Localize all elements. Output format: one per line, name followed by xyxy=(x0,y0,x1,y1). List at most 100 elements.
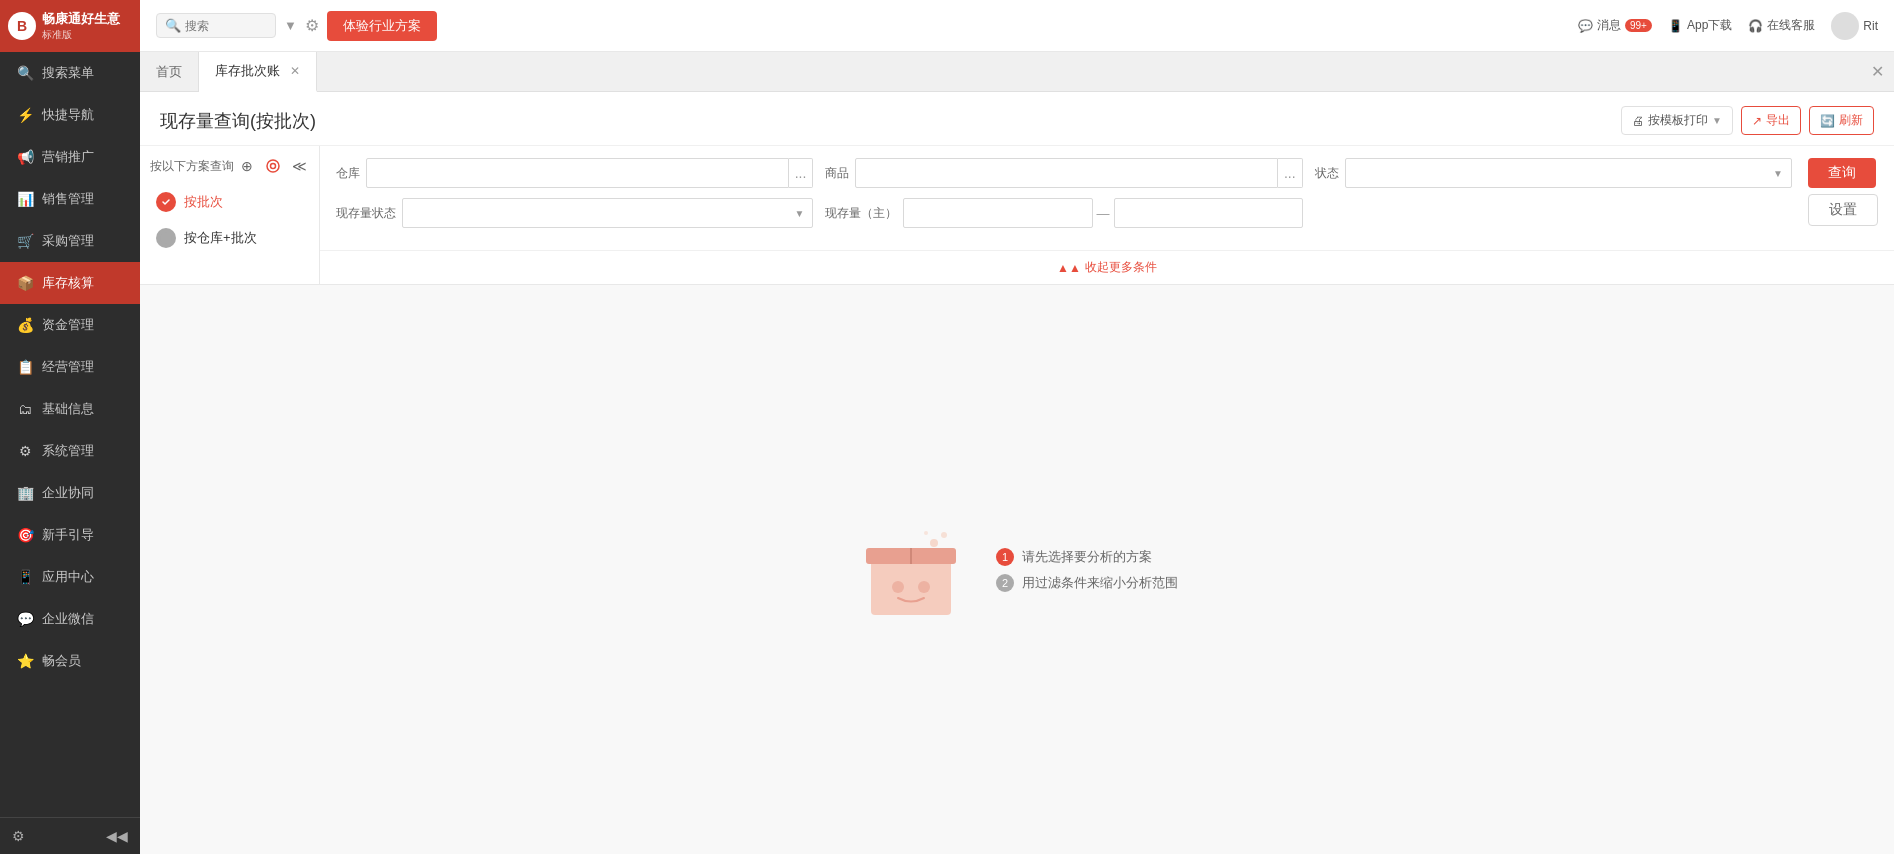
refresh-button[interactable]: 🔄 刷新 xyxy=(1809,106,1874,135)
product-dots-button[interactable]: ... xyxy=(1278,158,1303,188)
inventory-status-chevron-icon: ▼ xyxy=(794,208,804,219)
sidebar-item-label-search: 搜索菜单 xyxy=(42,64,94,82)
inventory-qty-separator: — xyxy=(1097,206,1110,221)
topbar: 🔍 ▼ ⚙ 体验行业方案 💬 消息 99+ 📱 App下载 🎧 在线客服 xyxy=(140,0,1894,52)
warehouse-input[interactable] xyxy=(366,158,789,188)
sidebar-item-operations[interactable]: 📋 经营管理 xyxy=(0,346,140,388)
print-dropdown-icon[interactable]: ▼ xyxy=(1712,115,1722,126)
scheme-warehouse-batch-label: 按仓库+批次 xyxy=(184,229,257,247)
user-profile-button[interactable]: Rit xyxy=(1831,12,1878,40)
topbar-search-box[interactable]: 🔍 xyxy=(156,13,276,38)
sidebar-item-apps[interactable]: 📱 应用中心 xyxy=(0,556,140,598)
refresh-icon: 🔄 xyxy=(1820,114,1835,128)
tab-home[interactable]: 首页 xyxy=(140,52,199,91)
scheme-item-batch[interactable]: 按批次 xyxy=(150,184,309,220)
sidebar-item-purchase[interactable]: 🛒 采购管理 xyxy=(0,220,140,262)
product-input[interactable] xyxy=(855,158,1278,188)
warehouse-label: 仓库 xyxy=(336,165,360,182)
print-template-button[interactable]: 🖨 按模板打印 ▼ xyxy=(1621,106,1733,135)
empty-state: 1 请先选择要分析的方案 2 用过滤条件来缩小分析范围 xyxy=(140,285,1894,854)
product-label: 商品 xyxy=(825,165,849,182)
app-subtitle: 标准版 xyxy=(42,28,120,41)
empty-illustration xyxy=(856,515,966,625)
system-icon: ⚙ xyxy=(16,442,34,460)
operations-icon: 📋 xyxy=(16,358,34,376)
close-panel-button[interactable]: ✕ xyxy=(1861,52,1894,91)
topbar-right: 💬 消息 99+ 📱 App下载 🎧 在线客服 Rit xyxy=(1578,12,1878,40)
tab-close-icon[interactable]: ✕ xyxy=(290,64,300,78)
empty-state-content: 1 请先选择要分析的方案 2 用过滤条件来缩小分析范围 xyxy=(856,515,1178,625)
empty-box-svg xyxy=(856,515,966,625)
user-avatar xyxy=(1831,12,1859,40)
sidebar-item-search[interactable]: 🔍 搜索菜单 xyxy=(0,52,140,94)
inventory-qty-min-input[interactable] xyxy=(903,198,1092,228)
collapse-label: 收起更多条件 xyxy=(1085,259,1157,276)
app-download-button[interactable]: 📱 App下载 xyxy=(1668,17,1732,34)
export-button[interactable]: ↗ 导出 xyxy=(1741,106,1801,135)
hint-2-text: 用过滤条件来缩小分析范围 xyxy=(1022,574,1178,592)
tab-inventory-batch[interactable]: 库存批次账 ✕ xyxy=(199,52,317,92)
collapse-scheme-icon[interactable]: ≪ xyxy=(289,156,309,176)
export-label: 导出 xyxy=(1766,112,1790,129)
scheme-settings-icon[interactable] xyxy=(263,156,283,176)
sidebar-item-wechat[interactable]: 💬 企业微信 xyxy=(0,598,140,640)
sidebar-item-label-quicknav: 快捷导航 xyxy=(42,106,94,124)
collapse-more-conditions[interactable]: ▲▲ 收起更多条件 xyxy=(320,250,1894,284)
query-button[interactable]: 查询 xyxy=(1808,158,1876,188)
settings-icon[interactable]: ⚙ xyxy=(12,828,25,844)
messages-icon: 💬 xyxy=(1578,19,1593,33)
inventory-qty-max-input[interactable] xyxy=(1114,198,1303,228)
sidebar-item-system[interactable]: ⚙ 系统管理 xyxy=(0,430,140,472)
svg-rect-4 xyxy=(871,560,951,615)
experience-industry-button[interactable]: 体验行业方案 xyxy=(327,11,437,41)
topbar-search-icon: 🔍 xyxy=(165,18,181,33)
sidebar-nav: 🔍 搜索菜单 ⚡ 快捷导航 📢 营销推广 📊 销售管理 🛒 采购管理 📦 库存核… xyxy=(0,52,140,817)
scheme-batch-label: 按批次 xyxy=(184,193,223,211)
inventory-status-label: 现存量状态 xyxy=(336,205,396,222)
page-title: 现存量查询(按批次) xyxy=(160,109,316,133)
settings-button[interactable]: 设置 xyxy=(1808,194,1878,226)
topbar-dropdown-icon[interactable]: ▼ xyxy=(284,18,297,33)
topbar-settings-icon[interactable]: ⚙ xyxy=(305,16,319,35)
messages-button[interactable]: 💬 消息 99+ xyxy=(1578,17,1652,34)
sidebar-item-enterprise[interactable]: 🏢 企业协同 xyxy=(0,472,140,514)
step-1-num: 1 xyxy=(996,548,1014,566)
status-dropdown[interactable]: ▼ xyxy=(1345,158,1792,188)
topbar-search-input[interactable] xyxy=(185,19,265,33)
svg-point-1 xyxy=(271,164,276,169)
empty-hint-1: 1 请先选择要分析的方案 xyxy=(996,548,1178,566)
sidebar-item-marketing[interactable]: 📢 营销推广 xyxy=(0,136,140,178)
product-dots-icon: ... xyxy=(1284,165,1296,181)
scheme-warehouse-batch-icon xyxy=(156,228,176,248)
close-icon: ✕ xyxy=(1871,62,1884,81)
warehouse-dots-button[interactable]: ... xyxy=(789,158,814,188)
tabbar: 首页 库存批次账 ✕ ✕ xyxy=(140,52,1894,92)
hint-1-text: 请先选择要分析的方案 xyxy=(1022,548,1152,566)
sidebar-item-label-wechat: 企业微信 xyxy=(42,610,94,628)
sidebar-item-finance[interactable]: 💰 资金管理 xyxy=(0,304,140,346)
collapse-sidebar-icon[interactable]: ◀◀ xyxy=(106,828,128,844)
sidebar-item-label-purchase: 采购管理 xyxy=(42,232,94,250)
status-filter-field: 状态 ▼ xyxy=(1315,158,1792,188)
sidebar-item-base[interactable]: 🗂 基础信息 xyxy=(0,388,140,430)
inventory-status-dropdown[interactable]: ▼ xyxy=(402,198,813,228)
sidebar-footer: ⚙ ◀◀ xyxy=(0,817,140,854)
product-filter-field: 商品 ... xyxy=(825,158,1302,188)
sidebar-item-member[interactable]: ⭐ 畅会员 xyxy=(0,640,140,682)
inventory-qty-label: 现存量（主） xyxy=(825,205,897,222)
sidebar-item-inventory[interactable]: 📦 库存核算 xyxy=(0,262,140,304)
add-scheme-icon[interactable]: ⊕ xyxy=(237,156,257,176)
filter-row-1: 仓库 ... 商品 ... xyxy=(336,158,1792,188)
sidebar-item-label-marketing: 营销推广 xyxy=(42,148,94,166)
print-icon: 🖨 xyxy=(1632,114,1644,128)
sidebar-item-quicknav[interactable]: ⚡ 快捷导航 xyxy=(0,94,140,136)
sidebar-item-newbie[interactable]: 🎯 新手引导 xyxy=(0,514,140,556)
empty-text-block: 1 请先选择要分析的方案 2 用过滤条件来缩小分析范围 xyxy=(996,548,1178,592)
user-name: Rit xyxy=(1863,19,1878,33)
online-service-button[interactable]: 🎧 在线客服 xyxy=(1748,17,1815,34)
scheme-item-warehouse-batch[interactable]: 按仓库+批次 xyxy=(150,220,309,256)
filter-fields: 仓库 ... 商品 ... xyxy=(320,146,1808,250)
sidebar-item-sales[interactable]: 📊 销售管理 xyxy=(0,178,140,220)
filter-container: 按以下方案查询 ⊕ ≪ xyxy=(140,146,1894,285)
inventory-status-field: 现存量状态 ▼ xyxy=(336,198,813,228)
